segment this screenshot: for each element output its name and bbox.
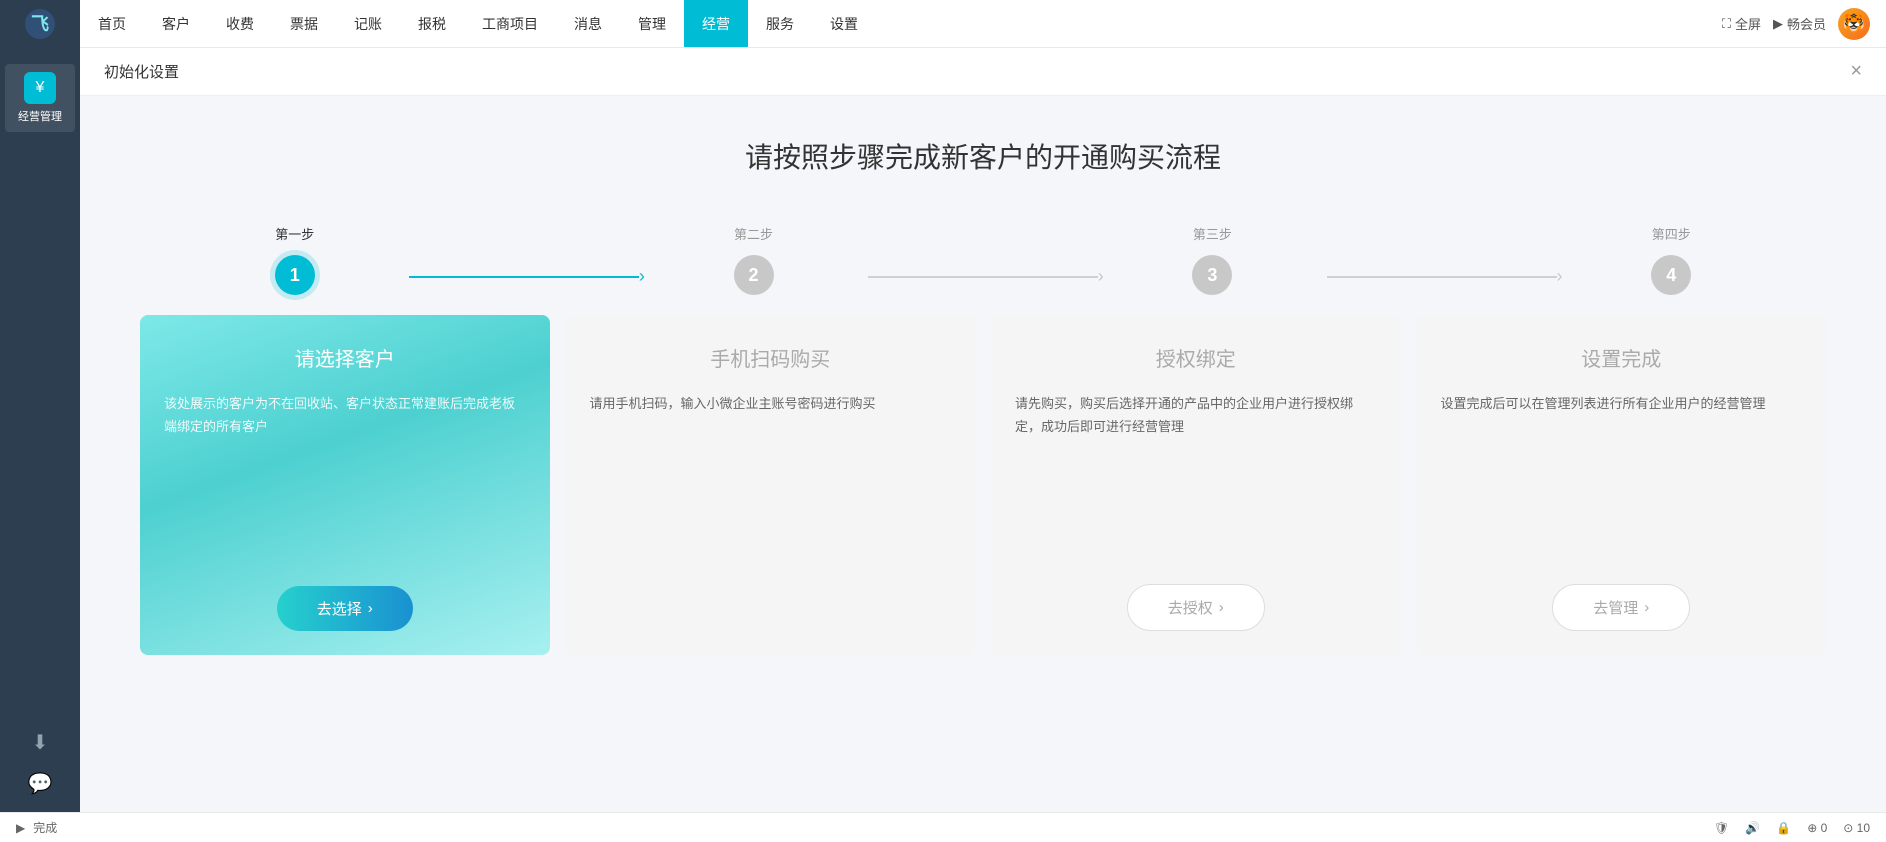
step-circle-3: 3 xyxy=(1192,255,1232,295)
card-title-3: 授权绑定 xyxy=(1015,343,1377,372)
statusbar-right: 🛡 🔊 🔒 ⊕ 0 ⊙ 10 xyxy=(1714,821,1870,835)
sidebar-item-label: 经营管理 xyxy=(18,108,62,124)
chat-icon[interactable]: 💬 xyxy=(28,771,53,796)
statusbar: ▶ 完成 🛡 🔊 🔒 ⊕ 0 ⊙ 10 xyxy=(0,812,1886,842)
card-body-4: 设置完成后可以在管理列表进行所有企业用户的经营管理 xyxy=(1441,392,1803,564)
vip-button[interactable]: ▶ 畅会员 xyxy=(1773,14,1826,33)
fullscreen-button[interactable]: ⛶ 全屏 xyxy=(1722,14,1761,33)
card-body-3: 请先购买，购买后选择开通的产品中的企业用户进行授权绑定，成功后即可进行经营管理 xyxy=(1015,392,1377,564)
lock-icon: 🔒 xyxy=(1776,821,1791,835)
setup-container: 请按照步骤完成新客户的开通购买流程 第一步 1 第二步 2 xyxy=(80,96,1886,695)
close-button[interactable]: × xyxy=(1850,60,1862,83)
go-select-button[interactable]: 去选择 › xyxy=(277,586,413,631)
step-circle-4: 4 xyxy=(1651,255,1691,295)
step-label-3: 第三步 xyxy=(1193,224,1232,243)
fullscreen-icon: ⛶ xyxy=(1722,16,1731,32)
sidebar: ¥ 经营管理 ⬇ 💬 xyxy=(0,48,80,812)
topbar: 飞 首页 客户 收费 票据 记账 报税 工商项目 消息 管理 经营 服务 设置 … xyxy=(0,0,1886,48)
go-manage-arrow: › xyxy=(1644,599,1649,616)
nav-settings[interactable]: 设置 xyxy=(812,0,876,47)
setup-heading: 请按照步骤完成新客户的开通购买流程 xyxy=(140,136,1826,176)
step-item-2: 第二步 2 xyxy=(639,224,868,295)
card-4: 设置完成 设置完成后可以在管理列表进行所有企业用户的经营管理 去管理 › xyxy=(1417,315,1827,655)
statusbar-left: ▶ 完成 xyxy=(16,819,57,836)
go-authorize-arrow: › xyxy=(1219,599,1224,616)
cards-row: 请选择客户 该处展示的客户为不在回收站、客户状态正常建账后完成老板端绑定的所有客… xyxy=(140,315,1826,655)
go-authorize-label: 去授权 xyxy=(1168,597,1213,618)
vip-icon: ▶ xyxy=(1773,16,1783,32)
step-circle-2: 2 xyxy=(734,255,774,295)
nav-tax[interactable]: 报税 xyxy=(400,0,464,47)
card-body-1: 该处展示的客户为不在回收站、客户状态正常建账后完成老板端绑定的所有客户 xyxy=(164,392,526,566)
nav-messages[interactable]: 消息 xyxy=(556,0,620,47)
avatar[interactable]: 🐯 xyxy=(1838,8,1870,40)
go-authorize-button[interactable]: 去授权 › xyxy=(1127,584,1265,631)
card-3: 授权绑定 请先购买，购买后选择开通的产品中的企业用户进行授权绑定，成功后即可进行… xyxy=(991,315,1401,655)
card-title-2: 手机扫码购买 xyxy=(590,343,952,372)
operations-icon: ¥ xyxy=(24,72,56,104)
step-item-3: 第三步 3 xyxy=(1098,224,1327,295)
nav-management[interactable]: 管理 xyxy=(620,0,684,47)
page-title: 初始化设置 xyxy=(104,61,179,82)
nav-invoices[interactable]: 票据 xyxy=(272,0,336,47)
app-logo[interactable]: 飞 xyxy=(0,0,80,48)
fullscreen-label: 全屏 xyxy=(1735,14,1761,33)
go-select-label: 去选择 xyxy=(317,598,362,619)
nav-operations[interactable]: 经营 xyxy=(684,0,748,47)
card-footer-4: 去管理 › xyxy=(1441,584,1803,631)
go-manage-button[interactable]: 去管理 › xyxy=(1552,584,1690,631)
volume-icon[interactable]: 🔊 xyxy=(1745,821,1760,835)
sidebar-bottom: ⬇ 💬 xyxy=(28,730,53,812)
nav-accounting[interactable]: 记账 xyxy=(336,0,400,47)
main-content: 初始化设置 × 请按照步骤完成新客户的开通购买流程 第一步 1 第二步 2 xyxy=(80,48,1886,812)
shield-icon: 🛡 xyxy=(1714,821,1729,835)
card-1: 请选择客户 该处展示的客户为不在回收站、客户状态正常建账后完成老板端绑定的所有客… xyxy=(140,315,550,655)
card-title-1: 请选择客户 xyxy=(164,343,526,372)
nav-service[interactable]: 服务 xyxy=(748,0,812,47)
svg-text:飞: 飞 xyxy=(31,14,49,34)
step-connector-3 xyxy=(1327,276,1556,278)
card-footer-1: 去选择 › xyxy=(164,586,526,631)
go-select-arrow: › xyxy=(368,600,373,617)
status-text: 完成 xyxy=(33,819,57,836)
steps-row: 第一步 1 第二步 2 第三步 3 xyxy=(140,224,1826,295)
nav-customer[interactable]: 客户 xyxy=(144,0,208,47)
card-title-4: 设置完成 xyxy=(1441,343,1803,372)
card-body-2: 请用手机扫码，输入小微企业主账号密码进行购买 xyxy=(590,392,952,611)
nav-business[interactable]: 工商项目 xyxy=(464,0,556,47)
main-nav: 首页 客户 收费 票据 记账 报税 工商项目 消息 管理 经营 服务 设置 xyxy=(80,0,1706,47)
step-item-4: 第四步 4 xyxy=(1557,224,1786,295)
vip-label: 畅会员 xyxy=(1787,14,1826,33)
nav-home[interactable]: 首页 xyxy=(80,0,144,47)
notification-count: ⊕ 0 xyxy=(1807,821,1827,835)
step-label-1: 第一步 xyxy=(275,224,314,243)
go-manage-label: 去管理 xyxy=(1593,597,1638,618)
card-footer-3: 去授权 › xyxy=(1015,584,1377,631)
play-icon[interactable]: ▶ xyxy=(16,821,25,835)
step-label-4: 第四步 xyxy=(1652,224,1691,243)
step-item-1: 第一步 1 xyxy=(180,224,409,295)
nav-fees[interactable]: 收费 xyxy=(208,0,272,47)
layout: ¥ 经营管理 ⬇ 💬 初始化设置 × 请按照步骤完成新客户的开通购买流程 第一步… xyxy=(0,48,1886,812)
step-connector-2 xyxy=(868,276,1097,278)
download-icon[interactable]: ⬇ xyxy=(32,730,49,755)
sidebar-item-operations[interactable]: ¥ 经营管理 xyxy=(5,64,75,132)
card-2: 手机扫码购买 请用手机扫码，输入小微企业主账号密码进行购买 xyxy=(566,315,976,655)
topbar-right: ⛶ 全屏 ▶ 畅会员 🐯 xyxy=(1706,8,1886,40)
page-header: 初始化设置 × xyxy=(80,48,1886,96)
step-circle-1: 1 xyxy=(275,255,315,295)
step-label-2: 第二步 xyxy=(734,224,773,243)
clock-display: ⊙ 10 xyxy=(1843,821,1870,835)
step-connector-1 xyxy=(409,276,638,278)
